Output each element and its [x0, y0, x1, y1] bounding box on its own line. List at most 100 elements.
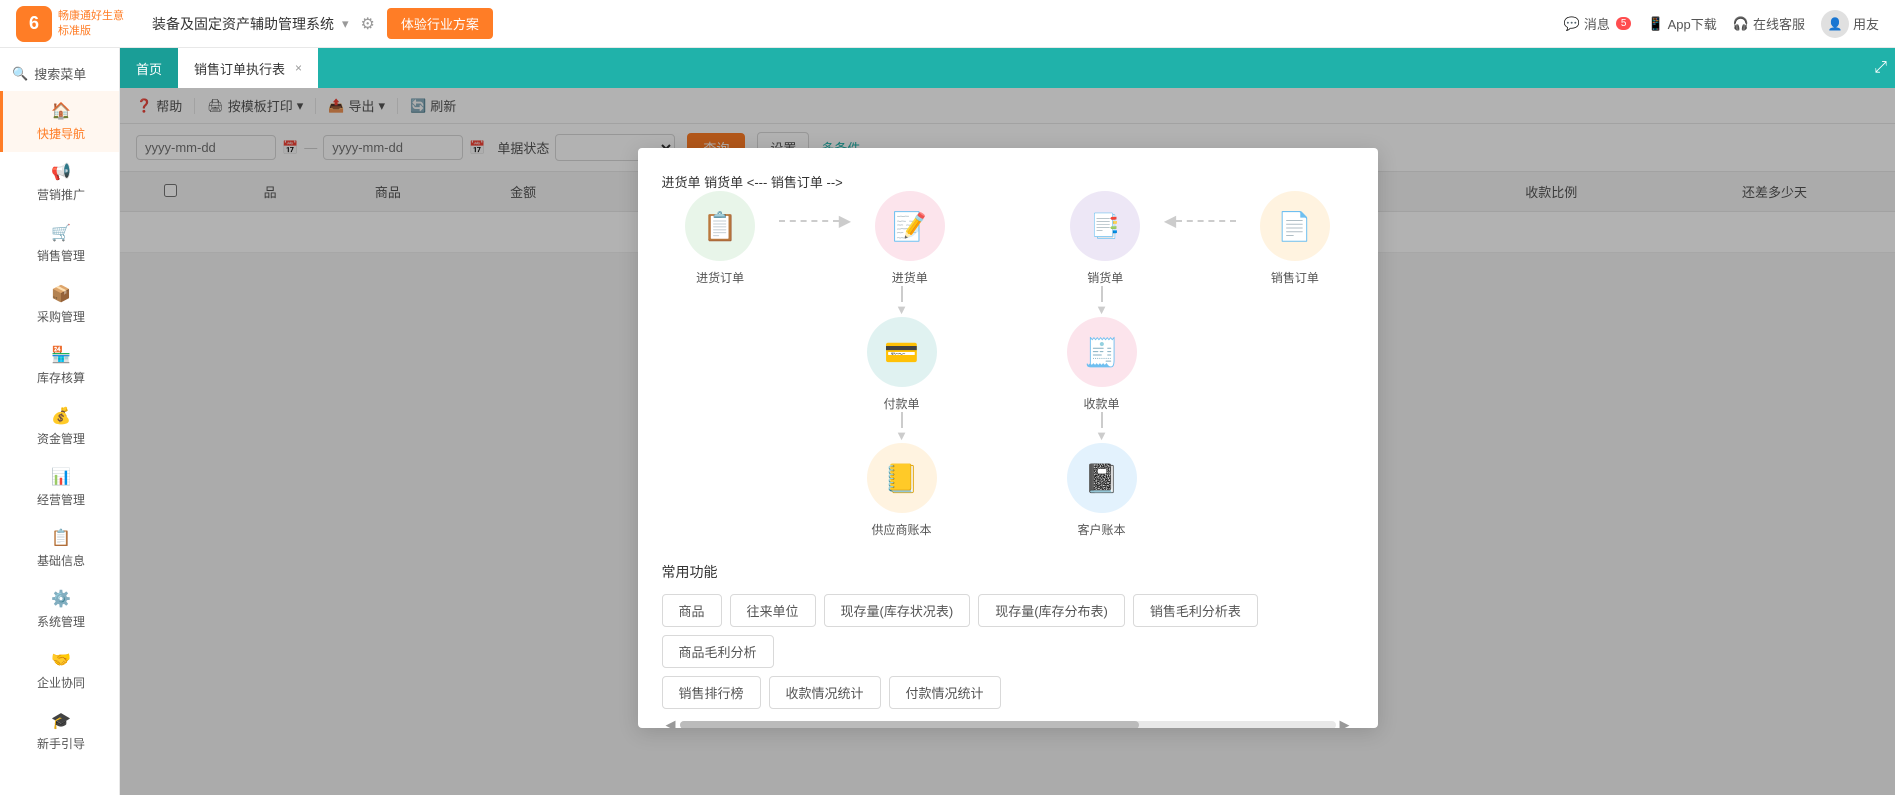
tab-sales-order-label: 销售订单执行表: [194, 59, 285, 78]
finance-icon: 💰: [51, 406, 71, 426]
flow-node-supplier-ledger: 📒 供应商账本: [842, 443, 962, 538]
arrow-right-1: ▶: [839, 211, 851, 231]
settings-icon[interactable]: ⚙: [361, 14, 375, 34]
v-line-2: [1101, 286, 1103, 302]
sidebar-item-enterprise[interactable]: 🤝 企业协同: [0, 640, 119, 701]
dashed-line-2: [1176, 220, 1236, 222]
operations-icon: 📊: [51, 467, 71, 487]
btn-payment-stats[interactable]: 付款情况统计: [889, 676, 1001, 709]
sidebar-item-newbie[interactable]: 🎓 新手引导: [0, 701, 119, 762]
sidebar-search-label: 搜索菜单: [34, 64, 86, 83]
arrow-down-purchase: ▼: [842, 286, 962, 317]
sidebar-item-purchase[interactable]: 📦 采购管理: [0, 274, 119, 335]
system-dropdown-icon[interactable]: ▾: [342, 16, 349, 32]
scroll-track[interactable]: [680, 721, 1336, 728]
sidebar-item-basic[interactable]: 📋 基础信息: [0, 518, 119, 579]
sales-bill-label: 销货单: [1087, 269, 1123, 286]
arrow-down-sales: ▼: [1042, 286, 1162, 317]
message-badge: 5: [1616, 17, 1632, 30]
top-bar-right: 💬 消息 5 📱 App下载 🎧 在线客服 👤 用友: [1564, 10, 1879, 38]
sidebar-item-label-purchase: 采购管理: [37, 308, 85, 325]
common-buttons-row1: 商品 往来单位 现存量(库存状况表) 现存量(库存分布表) 销售毛利分析表 商品…: [662, 594, 1354, 668]
sidebar-item-system[interactable]: ⚙️ 系统管理: [0, 579, 119, 640]
scroll-right-icon[interactable]: ▶: [1336, 717, 1354, 728]
arrow-left-1: ◀: [1164, 211, 1176, 231]
app-download-label: App下载: [1668, 14, 1717, 33]
online-service-action[interactable]: 🎧 在线客服: [1733, 14, 1805, 33]
btn-stock-dist[interactable]: 现存量(库存分布表): [978, 594, 1125, 627]
tab-home[interactable]: 首页: [120, 48, 178, 88]
arrow-down-3: ▼: [895, 428, 908, 443]
flow-node-sales-bill: 📑 销货单: [1047, 191, 1164, 286]
message-label: 消息: [1584, 14, 1610, 33]
sidebar-item-label-marketing: 营销推广: [37, 186, 85, 203]
scroll-left-icon[interactable]: ◀: [662, 717, 680, 728]
inventory-icon: 🏪: [51, 345, 71, 365]
v-line-3: [901, 412, 903, 428]
system-icon: ⚙️: [51, 589, 71, 609]
sidebar-item-quick-nav[interactable]: 🏠 快捷导航: [0, 91, 119, 152]
logo-area: 6 畅康通好生意 标准版: [16, 6, 136, 42]
sales-bill-icon: 📑: [1070, 191, 1140, 261]
system-name: 装备及固定资产辅助管理系统: [152, 14, 334, 34]
flow-diagram-section: 进货单 销货单 <--- 销售订单 --> 📋 进货订单: [662, 172, 1354, 538]
btn-counterpart[interactable]: 往来单位: [730, 594, 816, 627]
customer-ledger-label: 客户账本: [1077, 521, 1125, 538]
receipt-label: 收款单: [1083, 395, 1119, 412]
sidebar-item-inventory[interactable]: 🏪 库存核算: [0, 335, 119, 396]
sidebar-item-label-finance: 资金管理: [37, 430, 85, 447]
common-title: 常用功能: [662, 562, 1354, 582]
top-bar: 6 畅康通好生意 标准版 装备及固定资产辅助管理系统 ▾ ⚙ 体验行业方案 💬 …: [0, 0, 1895, 48]
payment-label: 付款单: [883, 395, 919, 412]
btn-sales-gross[interactable]: 销售毛利分析表: [1133, 594, 1258, 627]
sidebar-item-label-sales: 销售管理: [37, 247, 85, 264]
scroll-thumb: [680, 721, 1139, 728]
flow-node-payment: 💳 付款单: [842, 317, 962, 412]
sidebar-item-operations[interactable]: 📊 经营管理: [0, 457, 119, 518]
user-name: 用友: [1853, 14, 1879, 33]
message-action[interactable]: 💬 消息 5: [1564, 14, 1632, 33]
btn-sales-rank[interactable]: 销售排行榜: [662, 676, 761, 709]
arrow-purchase-to-bill: ▶: [779, 211, 851, 231]
modal-panel: 进货单 销货单 <--- 销售订单 --> 📋 进货订单: [638, 148, 1378, 728]
tab-sales-order[interactable]: 销售订单执行表 ×: [178, 48, 318, 88]
flow-node-purchase-order: 📋 进货订单: [662, 191, 779, 286]
sidebar-item-finance[interactable]: 💰 资金管理: [0, 396, 119, 457]
common-buttons-row2: 销售排行榜 收款情况统计 付款情况统计: [662, 676, 1354, 709]
logo-icon: 6: [16, 6, 52, 42]
content-area: 首页 销售订单执行表 × ⤢ ❓ 帮助 🖨: [120, 48, 1895, 795]
sidebar-item-sales[interactable]: 🛒 销售管理: [0, 213, 119, 274]
btn-product[interactable]: 商品: [662, 594, 722, 627]
sidebar-search[interactable]: 🔍 搜索菜单: [0, 56, 119, 91]
trial-button[interactable]: 体验行业方案: [387, 8, 493, 39]
system-title-area: 装备及固定资产辅助管理系统 ▾ ⚙ 体验行业方案: [136, 8, 1564, 39]
supplier-ledger-icon: 📒: [867, 443, 937, 513]
sidebar-item-label-quick-nav: 快捷导航: [37, 125, 85, 142]
arrow-down-1: ▼: [895, 302, 908, 317]
user-area[interactable]: 👤 用友: [1821, 10, 1879, 38]
enterprise-icon: 🤝: [51, 650, 71, 670]
tab-close-icon[interactable]: ×: [295, 61, 302, 75]
main-layout: 🔍 搜索菜单 🏠 快捷导航 📢 营销推广 🛒 销售管理 📦 采购管理 🏪: [0, 48, 1895, 795]
common-section: 常用功能 商品 往来单位 现存量(库存状况表) 现存量(库存分布表) 销售毛利分…: [662, 562, 1354, 709]
page-content: ❓ 帮助 🖨 按模板打印 ▾ 📤 导出 ▾: [120, 88, 1895, 795]
modal-overlay: 进货单 销货单 <--- 销售订单 --> 📋 进货订单: [120, 88, 1895, 795]
sidebar-item-label-operations: 经营管理: [37, 491, 85, 508]
flow-node-receipt: 🧾 收款单: [1042, 317, 1162, 412]
customer-ledger-icon: 📓: [1067, 443, 1137, 513]
btn-stock-status[interactable]: 现存量(库存状况表): [824, 594, 971, 627]
arrow-sales-order-to-bill: ◀: [1164, 211, 1236, 231]
app-download-action[interactable]: 📱 App下载: [1647, 14, 1716, 33]
sidebar-item-marketing[interactable]: 📢 营销推广: [0, 152, 119, 213]
sales-icon: 🛒: [51, 223, 71, 243]
tab-bar-maximize-icon[interactable]: ⤢: [1874, 59, 1887, 77]
arrow-down-payment: ▼: [842, 412, 962, 443]
btn-receipt-stats[interactable]: 收款情况统计: [769, 676, 881, 709]
tab-bar: 首页 销售订单执行表 × ⤢: [120, 48, 1895, 88]
flow-node-customer-ledger: 📓 客户账本: [1042, 443, 1162, 538]
purchase-bill-icon: 📝: [875, 191, 945, 261]
sidebar-item-label-basic: 基础信息: [37, 552, 85, 569]
btn-product-gross[interactable]: 商品毛利分析: [662, 635, 774, 668]
sidebar-item-label-newbie: 新手引导: [37, 735, 85, 752]
sidebar-item-label-inventory: 库存核算: [37, 369, 85, 386]
